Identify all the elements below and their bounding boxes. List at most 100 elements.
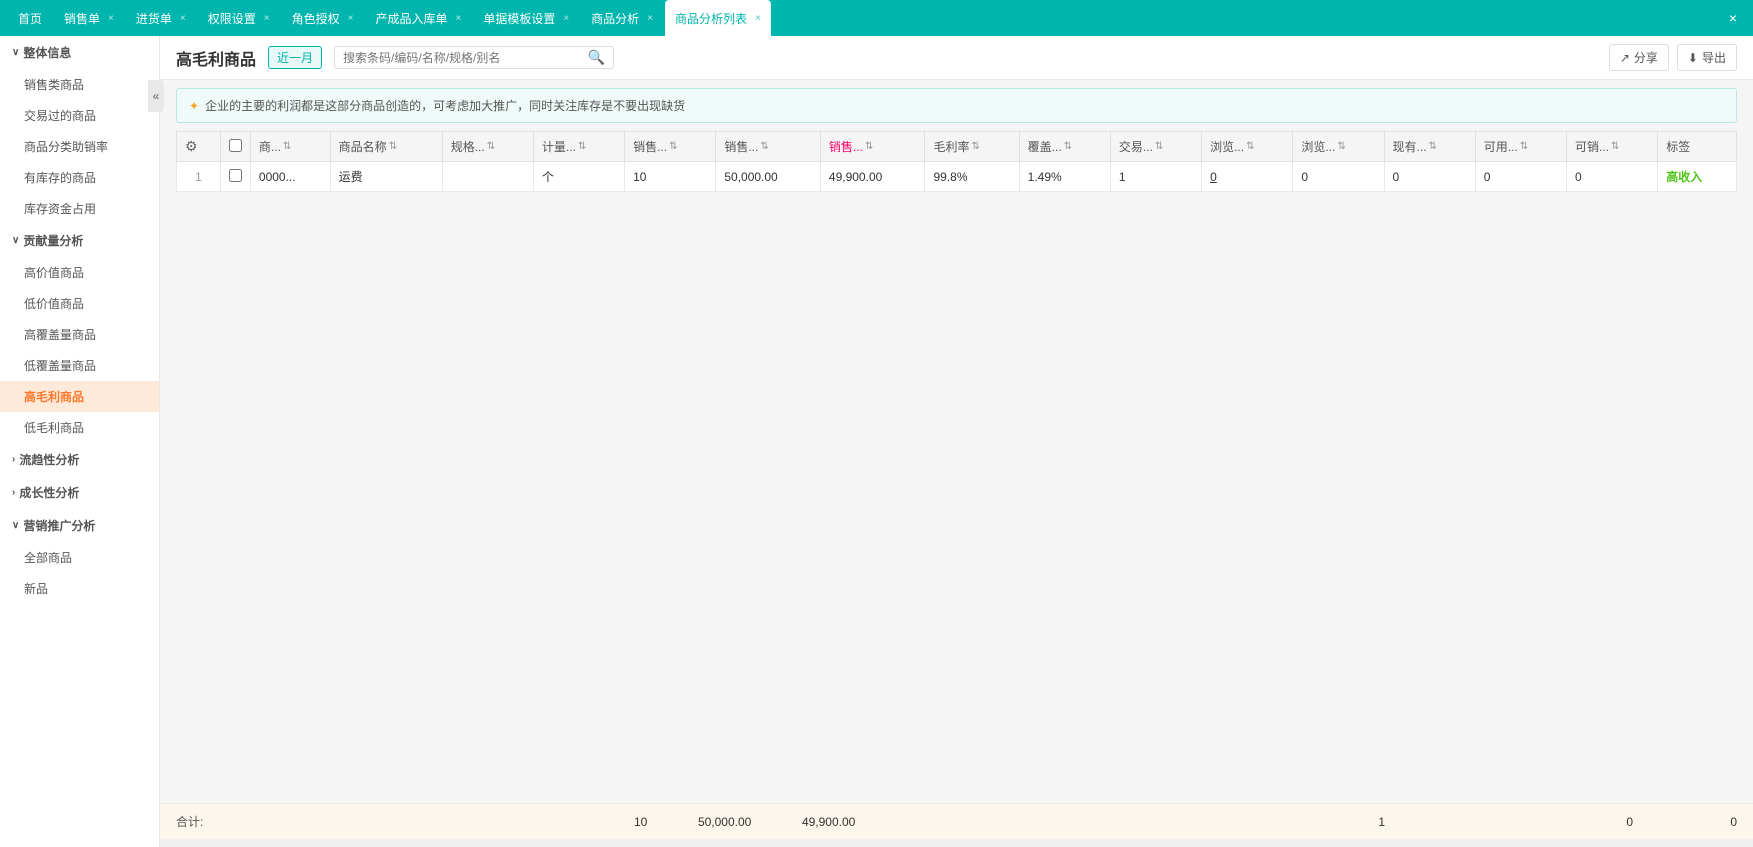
window-close-button[interactable]: × — [1721, 10, 1745, 26]
sort-icon[interactable]: ⇅ — [760, 141, 768, 152]
chevron-right-icon: › — [12, 454, 15, 465]
sidebar-section-overall[interactable]: ∨ 整体信息 — [0, 36, 159, 69]
cell-tag: 高收入 — [1658, 162, 1737, 192]
col-current[interactable]: 现有...⇅ — [1384, 132, 1475, 162]
data-table-wrapper[interactable]: ⚙ 商...⇅ 商品名称⇅ 规格...⇅ 计量...⇅ — [176, 131, 1737, 803]
cell-name: 运费 — [330, 162, 442, 192]
close-icon[interactable]: × — [180, 13, 186, 24]
nav-product-analysis-list[interactable]: 商品分析列表 × — [665, 0, 771, 36]
col-browse2[interactable]: 浏览...⇅ — [1293, 132, 1384, 162]
nav-role[interactable]: 角色授权 × — [282, 0, 364, 36]
nav-product-analysis[interactable]: 商品分析 × — [581, 0, 663, 36]
sidebar-section-trend[interactable]: › 流趋性分析 — [0, 443, 159, 476]
sidebar-item-sales-goods[interactable]: 销售类商品 — [0, 69, 159, 100]
close-icon[interactable]: × — [647, 13, 653, 24]
sidebar-item-category-rate[interactable]: 商品分类助销率 — [0, 131, 159, 162]
close-icon[interactable]: × — [563, 13, 569, 24]
sort-icon[interactable]: ⇅ — [1337, 141, 1345, 152]
cell-browse1[interactable]: 0 — [1202, 162, 1293, 192]
cell-code: 0000... — [250, 162, 330, 192]
select-all-checkbox[interactable] — [229, 139, 242, 152]
nav-home[interactable]: 首页 — [8, 0, 52, 36]
sidebar-item-high-margin[interactable]: 高毛利商品 — [0, 381, 159, 412]
row-checkbox[interactable] — [229, 169, 242, 182]
chevron-down-icon: ∨ — [12, 520, 19, 531]
col-sales-amt[interactable]: 销售...⇅ — [716, 132, 821, 162]
cell-sales-profit: 49,900.00 — [820, 162, 925, 192]
sidebar-item-low-margin[interactable]: 低毛利商品 — [0, 412, 159, 443]
sidebar-item-high-value[interactable]: 高价值商品 — [0, 257, 159, 288]
col-coverage[interactable]: 覆盖...⇅ — [1019, 132, 1110, 162]
cell-sales-amt: 50,000.00 — [716, 162, 821, 192]
cell-transaction: 1 — [1110, 162, 1201, 192]
table-header-row: ⚙ 商...⇅ 商品名称⇅ 规格...⇅ 计量...⇅ — [177, 132, 1737, 162]
sort-icon[interactable]: ⇅ — [1246, 141, 1254, 152]
col-unit[interactable]: 计量...⇅ — [533, 132, 624, 162]
sort-icon[interactable]: ⇅ — [971, 141, 979, 152]
nav-purchase[interactable]: 进货单 × — [126, 0, 196, 36]
sidebar-item-high-coverage[interactable]: 高覆盖量商品 — [0, 319, 159, 350]
close-icon[interactable]: × — [348, 13, 354, 24]
sort-icon[interactable]: ⇅ — [578, 141, 586, 152]
bottom-scrollbar[interactable] — [160, 839, 1753, 847]
col-tag[interactable]: 标签 — [1658, 132, 1737, 162]
footer-totals: 合计: 10 50,000.00 49,900.00 1 0 0 — [160, 803, 1753, 839]
sort-icon[interactable]: ⇅ — [1429, 141, 1437, 152]
close-icon[interactable]: × — [455, 13, 461, 24]
nav-product-storage[interactable]: 产成品入库单 × — [365, 0, 471, 36]
close-icon[interactable]: × — [264, 13, 270, 24]
nav-template[interactable]: 单据模板设置 × — [473, 0, 579, 36]
nav-permission[interactable]: 权限设置 × — [198, 0, 280, 36]
export-button[interactable]: ⬇ 导出 — [1677, 44, 1737, 71]
sort-icon[interactable]: ⇅ — [1064, 141, 1072, 152]
sidebar-item-new-goods[interactable]: 新品 — [0, 573, 159, 604]
sort-icon[interactable]: ⇅ — [1520, 141, 1528, 152]
col-transaction[interactable]: 交易...⇅ — [1110, 132, 1201, 162]
sort-icon[interactable]: ⇅ — [1611, 141, 1619, 152]
filter-recent-month-button[interactable]: 近一月 — [268, 46, 322, 69]
col-salable[interactable]: 可销...⇅ — [1566, 132, 1657, 162]
col-sales-qty[interactable]: 销售...⇅ — [625, 132, 716, 162]
sidebar-section-marketing[interactable]: ∨ 营销推广分析 — [0, 509, 159, 542]
share-button[interactable]: ↗ 分享 — [1609, 44, 1669, 71]
search-input[interactable] — [343, 51, 588, 65]
col-spec[interactable]: 规格...⇅ — [442, 132, 533, 162]
main-layout: ∨ 整体信息 销售类商品 交易过的商品 商品分类助销率 有库存的商品 库存资金占… — [0, 36, 1753, 847]
chevron-down-icon: ∨ — [12, 235, 19, 246]
sort-icon[interactable]: ⇅ — [487, 141, 495, 152]
nav-sales[interactable]: 销售单 × — [54, 0, 124, 36]
footer-current: 0 — [1553, 815, 1633, 829]
sort-icon[interactable]: ⇅ — [669, 141, 677, 152]
sort-icon[interactable]: ⇅ — [389, 141, 397, 152]
settings-icon[interactable]: ⚙ — [185, 138, 198, 154]
col-code[interactable]: 商...⇅ — [250, 132, 330, 162]
col-checkbox — [220, 132, 250, 162]
search-icon[interactable]: 🔍 — [588, 49, 605, 66]
row-number: 1 — [177, 162, 221, 192]
close-icon[interactable]: × — [755, 13, 761, 24]
sort-icon[interactable]: ⇅ — [865, 141, 873, 152]
sidebar-item-stock-capital[interactable]: 库存资金占用 — [0, 193, 159, 224]
info-banner: ✦ 企业的主要的利润都是这部分商品创造的，可考虑加大推广，同时关注库存是不要出现… — [176, 88, 1737, 123]
sort-icon[interactable]: ⇅ — [1155, 141, 1163, 152]
sidebar-item-all-goods[interactable]: 全部商品 — [0, 542, 159, 573]
sidebar-item-in-stock[interactable]: 有库存的商品 — [0, 162, 159, 193]
sidebar-item-traded-goods[interactable]: 交易过的商品 — [0, 100, 159, 131]
sidebar-section-contribution[interactable]: ∨ 贡献量分析 — [0, 224, 159, 257]
footer-sales-amt: 50,000.00 — [671, 815, 751, 829]
sidebar-item-low-value[interactable]: 低价值商品 — [0, 288, 159, 319]
sidebar-section-growth[interactable]: › 成长性分析 — [0, 476, 159, 509]
col-name[interactable]: 商品名称⇅ — [330, 132, 442, 162]
col-sales-profit[interactable]: 销售...⇅ — [820, 132, 925, 162]
footer-available: 0 — [1657, 815, 1737, 829]
col-browse1[interactable]: 浏览...⇅ — [1202, 132, 1293, 162]
col-available[interactable]: 可用...⇅ — [1475, 132, 1566, 162]
sidebar-item-low-coverage[interactable]: 低覆盖量商品 — [0, 350, 159, 381]
sidebar-collapse-button[interactable]: « — [148, 80, 164, 112]
sort-icon[interactable]: ⇅ — [283, 141, 291, 152]
col-gross-margin[interactable]: 毛利率⇅ — [925, 132, 1019, 162]
col-gear[interactable]: ⚙ — [177, 132, 221, 162]
cell-unit: 个 — [533, 162, 624, 192]
close-icon[interactable]: × — [108, 13, 114, 24]
content-area: 高毛利商品 近一月 🔍 ↗ 分享 ⬇ 导出 ✦ 企业的主要的利润都是这部分商品创… — [160, 36, 1753, 847]
